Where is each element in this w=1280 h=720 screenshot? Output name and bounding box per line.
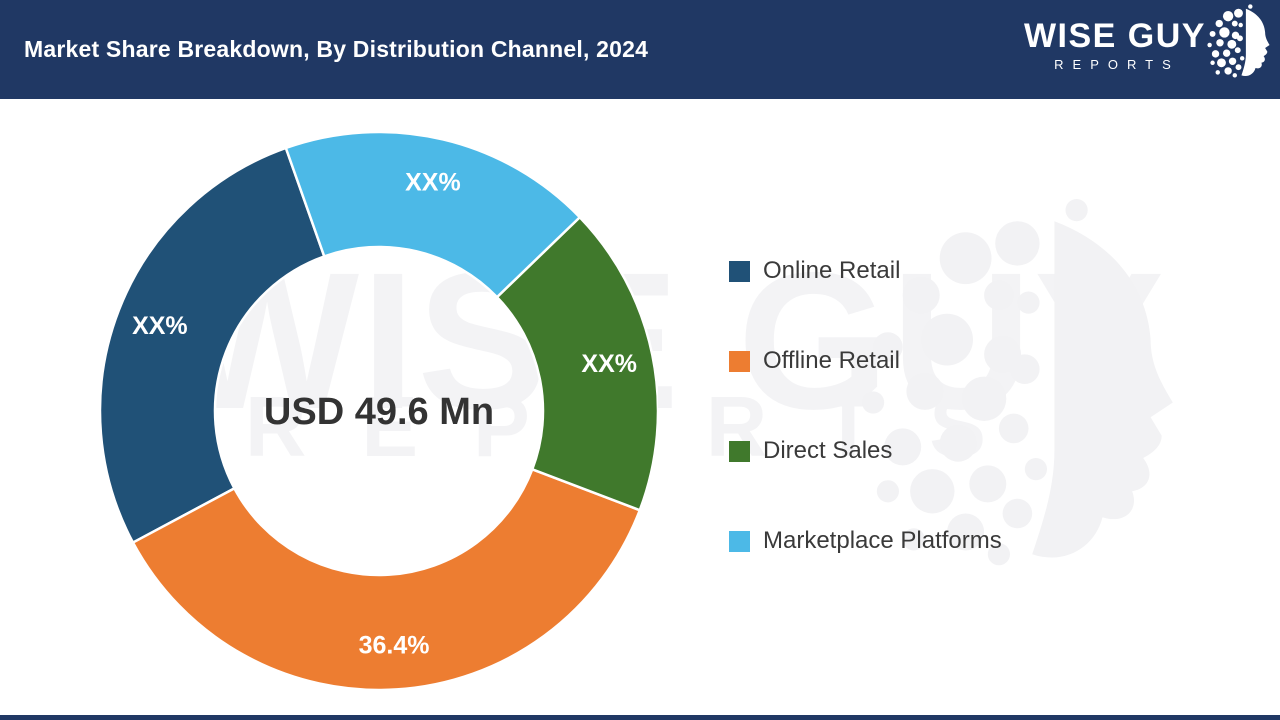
legend-label: Offline Retail <box>763 347 900 374</box>
segment-value-label: XX% <box>581 350 637 378</box>
legend-label: Marketplace Platforms <box>763 527 1002 554</box>
chart-title: Market Share Breakdown, By Distribution … <box>24 36 649 62</box>
segment-value-label: XX% <box>132 312 188 340</box>
legend-item-offline-retail: Offline Retail <box>729 347 1002 375</box>
legend-item-marketplace-platforms: Marketplace Platforms <box>729 527 1002 555</box>
donut-chart: XX% 36.4% XX% XX% USD 49.6 Mn <box>98 130 660 692</box>
legend-item-direct-sales: Direct Sales <box>729 437 1002 465</box>
wiseguy-logo: WISE GUY REPORTS <box>1024 4 1274 86</box>
wiseguy-face-icon <box>1200 4 1274 86</box>
donut-segment-online-retail <box>98 146 326 544</box>
infographic-page: Market Share Breakdown, By Distribution … <box>0 0 1280 720</box>
center-value-label: USD 49.6 Mn <box>264 391 494 433</box>
legend-swatch <box>729 530 750 552</box>
legend-label: Direct Sales <box>763 437 893 464</box>
chart-legend: Online Retail Offline Retail Direct Sale… <box>729 257 1002 617</box>
logo-wordmark: WISE GUY <box>1023 17 1206 56</box>
legend-swatch <box>729 260 750 282</box>
segment-value-label: 36.4% <box>359 632 430 660</box>
segment-value-label: XX% <box>405 168 461 196</box>
wiseguy-logo-text: WISE GUY REPORTS <box>1023 17 1206 72</box>
header-bar: Market Share Breakdown, By Distribution … <box>0 0 1280 99</box>
logo-subtitle: REPORTS <box>1054 56 1180 72</box>
legend-swatch <box>729 440 750 462</box>
legend-label: Online Retail <box>763 257 901 284</box>
chart-area: WISE GUY REPORTS XX%36.4%XX%XX% USD 49.6… <box>0 99 1280 715</box>
footer-bar <box>0 715 1280 720</box>
legend-swatch <box>729 350 750 372</box>
legend-item-online-retail: Online Retail <box>729 257 1002 285</box>
